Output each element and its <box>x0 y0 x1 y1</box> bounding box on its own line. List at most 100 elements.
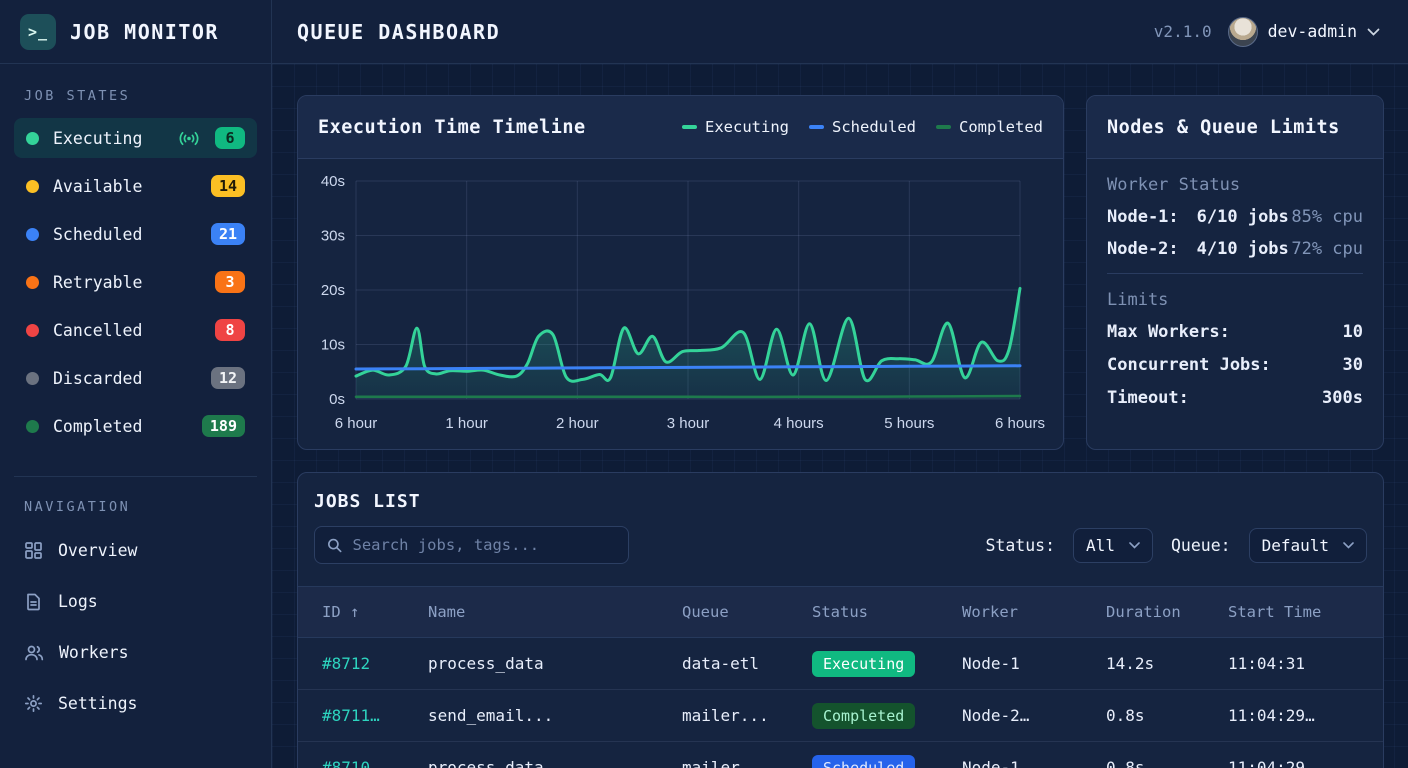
live-broadcast-icon <box>177 131 201 146</box>
state-label: Cancelled <box>53 320 143 340</box>
job-start-time: 11:04:29… <box>1228 706 1315 725</box>
job-queue: mailer <box>682 758 740 768</box>
status-filter-label: Status: <box>985 535 1056 555</box>
job-id-link[interactable]: #8710 <box>322 758 428 768</box>
sidebar-job-state-item[interactable]: Discarded 12 <box>14 358 257 398</box>
state-dot-icon <box>26 179 39 193</box>
execution-time-chart: 0s 10s 20s 30s 40s 6 hour 1 hour 2 hour 3 hour 4 … <box>298 159 1063 449</box>
state-label: Executing <box>53 128 143 148</box>
table-row[interactable]: #8712 process_data data-etl Executing No… <box>298 638 1383 690</box>
status-filter-value: All <box>1086 535 1115 555</box>
sidebar-job-state-item[interactable]: Scheduled 21 <box>14 214 257 254</box>
top-header: QUEUE DASHBOARD v2.1.0 dev-admin <box>272 0 1408 64</box>
navigation-section: NAVIGATION Overview Logs Workers Setting… <box>14 476 257 733</box>
state-count-badge: 8 <box>215 319 245 341</box>
state-count-badge: 21 <box>210 223 245 245</box>
worker-status-row: Node-1: 6/10 jobs 85% cpu <box>1107 207 1363 227</box>
column-header[interactable]: Duration <box>1106 603 1228 621</box>
user-menu[interactable]: dev-admin <box>1227 16 1380 47</box>
svg-text:40s: 40s <box>321 173 345 190</box>
limit-value: 10 <box>1342 322 1363 342</box>
chevron-down-icon <box>1343 541 1354 549</box>
limit-value: 30 <box>1342 355 1363 375</box>
avatar[interactable] <box>1227 16 1258 47</box>
job-worker: Node-1 <box>962 654 1020 673</box>
terminal-glyph: >_ <box>27 22 49 41</box>
sidebar-job-state-item[interactable]: Available 14 <box>14 166 257 206</box>
state-label: Discarded <box>53 368 143 388</box>
job-queue: data-etl <box>682 654 760 673</box>
state-count-badge: 14 <box>210 175 245 197</box>
state-count-badge: 189 <box>201 415 245 437</box>
execution-timeline-card: Execution Time Timeline Executing Schedu… <box>297 95 1064 450</box>
sidebar-item-workers[interactable]: Workers <box>14 631 257 673</box>
search-icon <box>328 538 342 552</box>
column-header[interactable]: ID ↑ <box>322 603 428 621</box>
nav-label: Logs <box>58 591 98 611</box>
nav-label: Settings <box>58 693 138 713</box>
app-logo-area: >_ JOB MONITOR <box>0 0 272 64</box>
state-dot-icon <box>26 227 39 241</box>
job-duration: 0.8s <box>1106 758 1145 768</box>
state-count-badge: 12 <box>210 367 245 389</box>
job-states-section-label: JOB STATES <box>24 88 131 104</box>
sidebar-job-state-item[interactable]: Cancelled 8 <box>14 310 257 350</box>
node-cpu: 72% cpu <box>1291 239 1363 259</box>
limit-row: Concurrent Jobs: 30 <box>1107 355 1363 375</box>
job-id-link[interactable]: #8712 <box>322 654 428 673</box>
chart-legend: Executing Scheduled Completed <box>682 118 1043 136</box>
legend-scheduled-swatch <box>809 125 824 129</box>
svg-text:5 hours: 5 hours <box>884 415 934 432</box>
search-box[interactable] <box>314 526 629 564</box>
terminal-icon: >_ <box>20 13 56 50</box>
divider <box>1107 273 1363 274</box>
legend-label: Completed <box>959 118 1043 136</box>
sidebar-item-logs[interactable]: Logs <box>14 580 257 622</box>
table-row[interactable]: #8711… send_email... mailer... Completed… <box>298 690 1383 742</box>
svg-text:0s: 0s <box>329 391 345 408</box>
job-id-link[interactable]: #8711… <box>322 706 428 725</box>
job-duration: 0.8s <box>1106 706 1145 725</box>
column-header[interactable]: Name <box>428 603 682 621</box>
sidebar-job-state-item[interactable]: Retryable 3 <box>14 262 257 302</box>
state-dot-icon <box>26 131 39 145</box>
status-filter-select[interactable]: All <box>1073 527 1153 563</box>
job-name: process_data <box>428 758 544 768</box>
app-title: JOB MONITOR <box>70 19 219 44</box>
job-name: send_email... <box>428 706 554 725</box>
state-label: Scheduled <box>53 224 143 244</box>
nodes-queue-limits-card: Nodes & Queue Limits Worker Status Node-… <box>1086 95 1384 450</box>
state-count-badge: 6 <box>215 127 245 149</box>
table-row[interactable]: #8710 process_data mailer Scheduled Node… <box>298 742 1383 768</box>
sidebar-item-settings[interactable]: Settings <box>14 682 257 724</box>
limit-name: Concurrent Jobs: <box>1107 355 1271 375</box>
chevron-down-icon <box>1129 541 1140 549</box>
limit-value: 300s <box>1322 388 1363 408</box>
legend-label: Scheduled <box>832 118 916 136</box>
sidebar-job-state-item[interactable]: Executing 6 <box>14 118 257 158</box>
limit-row: Timeout: 300s <box>1107 388 1363 408</box>
job-queue: mailer... <box>682 706 769 725</box>
column-header[interactable]: Queue <box>682 603 812 621</box>
limit-row: Max Workers: 10 <box>1107 322 1363 342</box>
sidebar-job-state-item[interactable]: Completed 189 <box>14 406 257 446</box>
state-dot-icon <box>26 323 39 337</box>
queue-filter-select[interactable]: Default <box>1248 527 1367 563</box>
nav-label: Workers <box>59 642 129 662</box>
sidebar-item-overview[interactable]: Overview <box>14 529 257 571</box>
svg-text:1 hour: 1 hour <box>445 415 488 432</box>
column-header[interactable]: Worker <box>962 603 1106 621</box>
job-status-badge: Executing <box>812 650 916 677</box>
job-status-badge: Scheduled <box>812 754 916 768</box>
column-header[interactable]: Status <box>812 603 962 621</box>
worker-status-row: Node-2: 4/10 jobs 72% cpu <box>1107 239 1363 259</box>
state-label: Available <box>53 176 143 196</box>
state-count-badge: 3 <box>215 271 245 293</box>
svg-text:6 hour: 6 hour <box>335 415 378 432</box>
chevron-down-icon <box>1367 28 1380 36</box>
column-header[interactable]: Start Time <box>1228 603 1383 621</box>
search-input[interactable] <box>352 536 616 554</box>
job-start-time: 11:04:29 <box>1228 758 1306 768</box>
node-jobs: 6/10 jobs <box>1196 207 1289 227</box>
user-name: dev-admin <box>1267 22 1357 41</box>
